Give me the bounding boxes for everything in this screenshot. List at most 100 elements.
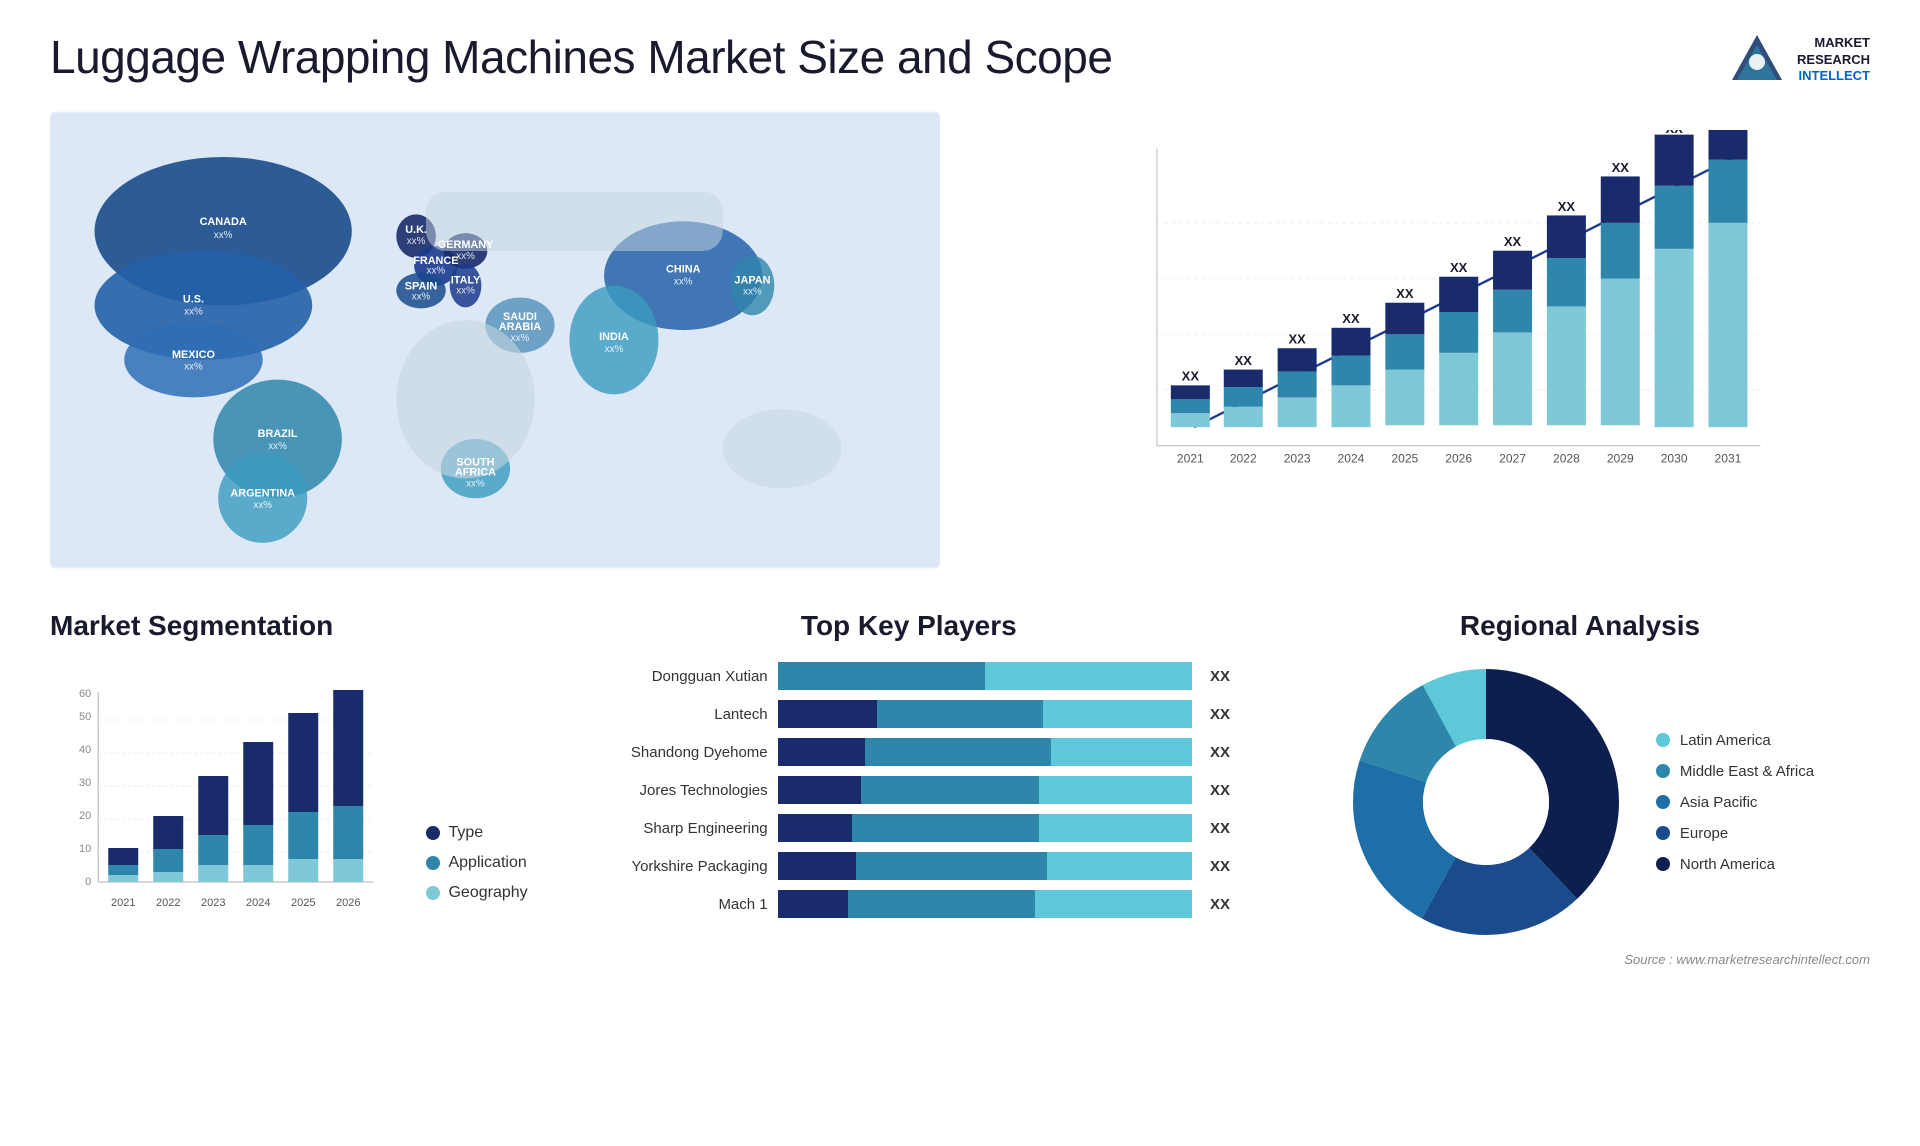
legend-dot-geography (426, 886, 440, 900)
svg-text:xx%: xx% (412, 291, 431, 302)
svg-text:xx%: xx% (407, 236, 426, 247)
svg-text:xx%: xx% (427, 266, 446, 277)
donut-chart-svg (1346, 662, 1626, 942)
legend-item-application: Application (426, 854, 527, 872)
svg-text:xx%: xx% (456, 251, 475, 262)
svg-text:XX: XX (1343, 311, 1361, 326)
world-map-svg: CANADA xx% U.S. xx% MEXICO xx% BRAZIL xx… (50, 110, 940, 570)
segmentation-legend: Type Application Geography (426, 824, 527, 922)
svg-text:2028: 2028 (1553, 451, 1580, 465)
svg-text:2022: 2022 (156, 897, 180, 909)
legend-item-geography: Geography (426, 884, 527, 902)
regional-legend-europe: Europe (1656, 825, 1814, 842)
player-name-mach1: Mach 1 (588, 896, 768, 913)
svg-text:2023: 2023 (1284, 451, 1311, 465)
svg-text:XX: XX (1182, 369, 1200, 384)
players-title: Top Key Players (568, 610, 1250, 642)
dot-latin-america (1656, 733, 1670, 747)
svg-text:2022: 2022 (1230, 451, 1257, 465)
svg-text:CANADA: CANADA (200, 216, 247, 228)
dot-asia-pacific (1656, 795, 1670, 809)
player-row-lantech: Lantech XX (588, 700, 1230, 728)
player-bar-dongguan (778, 662, 1192, 690)
regional-legend: Latin America Middle East & Africa Asia … (1656, 732, 1814, 873)
svg-text:2027: 2027 (1500, 451, 1527, 465)
svg-text:2030: 2030 (1661, 451, 1688, 465)
player-bar-lantech (778, 700, 1192, 728)
player-row-jores: Jores Technologies XX (588, 776, 1230, 804)
svg-text:XX: XX (1504, 234, 1522, 249)
dot-europe (1656, 826, 1670, 840)
player-row-mach1: Mach 1 XX (588, 890, 1230, 918)
legend-dot-application (426, 856, 440, 870)
svg-text:xx%: xx% (184, 306, 203, 317)
regional-legend-north-america: North America (1656, 856, 1814, 873)
segmentation-title: Market Segmentation (50, 610, 528, 642)
player-value-shandong: XX (1210, 744, 1230, 761)
svg-text:xx%: xx% (456, 285, 475, 296)
regional-section: Regional Analysis (1290, 600, 1870, 980)
seg-chart-svg: 0 10 20 30 40 50 60 (50, 682, 396, 922)
dot-mea (1656, 764, 1670, 778)
svg-text:2024: 2024 (246, 897, 270, 909)
svg-text:U.S.: U.S. (183, 293, 204, 305)
player-bar-sharp (778, 814, 1192, 842)
svg-text:2023: 2023 (201, 897, 225, 909)
players-list: Dongguan Xutian XX Lantech XX (568, 662, 1250, 918)
svg-text:MEXICO: MEXICO (172, 349, 215, 361)
player-bar-yorkshire (778, 852, 1192, 880)
svg-text:XX: XX (1612, 160, 1630, 175)
regional-content: Latin America Middle East & Africa Asia … (1290, 662, 1870, 942)
legend-dot-type (426, 826, 440, 840)
svg-text:ARGENTINA: ARGENTINA (230, 487, 295, 499)
svg-text:2029: 2029 (1607, 451, 1634, 465)
logo-icon (1727, 30, 1787, 90)
player-row-yorkshire: Yorkshire Packaging XX (588, 852, 1230, 880)
regional-title: Regional Analysis (1290, 610, 1870, 642)
svg-text:xx%: xx% (253, 500, 272, 511)
svg-text:xx%: xx% (511, 333, 530, 344)
svg-text:BRAZIL: BRAZIL (258, 428, 298, 440)
regional-legend-latin-america: Latin America (1656, 732, 1814, 749)
player-bar-mach1 (778, 890, 1192, 918)
segmentation-chart: 0 10 20 30 40 50 60 (50, 662, 528, 922)
player-value-lantech: XX (1210, 706, 1230, 723)
svg-text:30: 30 (79, 777, 91, 789)
player-name-lantech: Lantech (588, 706, 768, 723)
player-name-yorkshire: Yorkshire Packaging (588, 858, 768, 875)
player-row-sharp: Sharp Engineering XX (588, 814, 1230, 842)
svg-text:XX: XX (1558, 199, 1576, 214)
svg-text:xx%: xx% (674, 277, 693, 288)
world-map-section: CANADA xx% U.S. xx% MEXICO xx% BRAZIL xx… (50, 110, 940, 570)
player-value-yorkshire: XX (1210, 858, 1230, 875)
segmentation-section: Market Segmentation 0 10 20 30 40 50 (50, 600, 528, 980)
player-name-shandong: Shandong Dyehome (588, 744, 768, 761)
donut-chart-container (1346, 662, 1626, 942)
svg-text:2021: 2021 (111, 897, 135, 909)
player-bar-jores (778, 776, 1192, 804)
top-section: CANADA xx% U.S. xx% MEXICO xx% BRAZIL xx… (50, 110, 1870, 570)
svg-text:2025: 2025 (291, 897, 315, 909)
svg-text:xx%: xx% (184, 362, 203, 373)
svg-text:XX: XX (1397, 286, 1415, 301)
svg-text:2025: 2025 (1392, 451, 1419, 465)
svg-text:40: 40 (79, 744, 91, 756)
source-text: Source : www.marketresearchintellect.com (1290, 952, 1870, 967)
svg-text:CHINA: CHINA (666, 264, 701, 276)
players-section: Top Key Players Dongguan Xutian XX Lante… (568, 600, 1250, 980)
svg-text:2024: 2024 (1338, 451, 1365, 465)
player-row-dongguan: Dongguan Xutian XX (588, 662, 1230, 690)
svg-text:XX: XX (1666, 130, 1684, 136)
svg-text:GERMANY: GERMANY (438, 239, 494, 251)
svg-text:2026: 2026 (1446, 451, 1473, 465)
player-name-dongguan: Dongguan Xutian (588, 668, 768, 685)
bar-chart-section: XX 2021 XX 2022 XX 2023 (980, 110, 1870, 570)
player-value-mach1: XX (1210, 896, 1230, 913)
player-value-sharp: XX (1210, 820, 1230, 837)
regional-legend-mea: Middle East & Africa (1656, 763, 1814, 780)
bottom-section: Market Segmentation 0 10 20 30 40 50 (50, 600, 1870, 980)
player-bar-shandong (778, 738, 1192, 766)
player-name-sharp: Sharp Engineering (588, 820, 768, 837)
page-title: Luggage Wrapping Machines Market Size an… (50, 30, 1112, 84)
svg-text:2031: 2031 (1715, 451, 1742, 465)
